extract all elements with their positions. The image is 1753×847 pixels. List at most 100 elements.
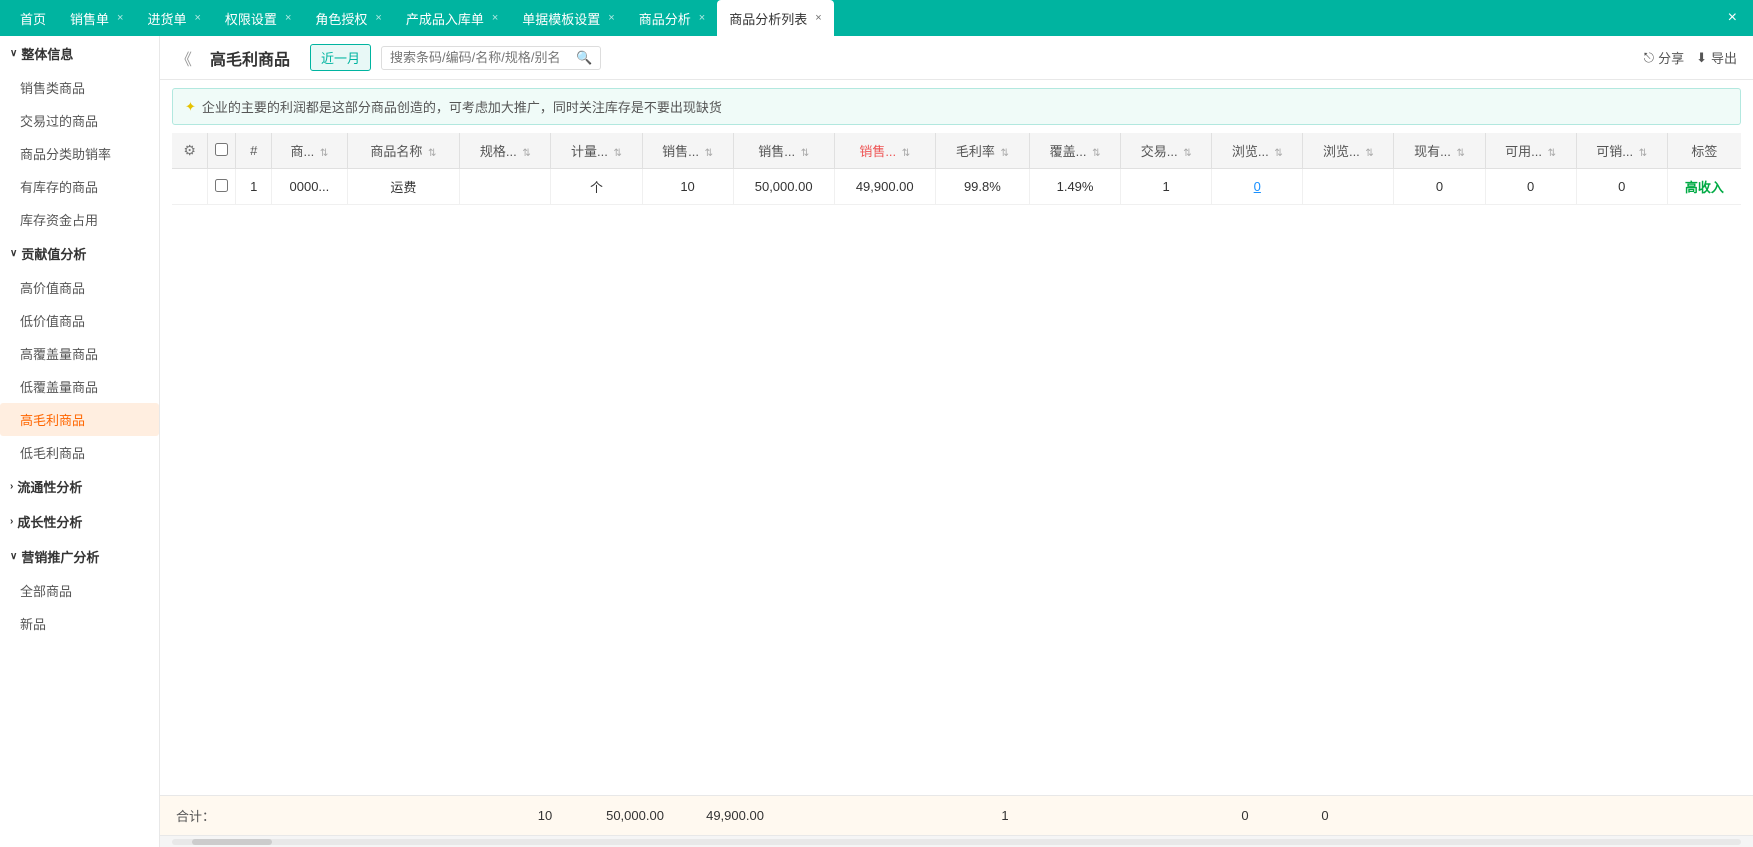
nav-close-all[interactable]: × <box>1720 9 1745 27</box>
sidebar-item-category-rate[interactable]: 商品分类助销率 <box>0 137 159 170</box>
sort-unit-icon: ⇅ <box>614 148 622 159</box>
nav-home[interactable]: 首页 <box>8 0 58 36</box>
table-container: ⚙ # 商... ⇅ 商品名称 <box>160 133 1753 795</box>
th-sales-profit[interactable]: 销售... ⇅ <box>834 133 935 169</box>
sort-sales-qty-icon: ⇅ <box>705 148 713 159</box>
export-icon: ⬇ <box>1696 50 1707 66</box>
row-checkbox[interactable] <box>215 179 228 192</box>
footer-values: 10 50,000.00 49,900.00 1 0 0 <box>235 808 1737 823</box>
info-icon: ✦ <box>185 99 196 115</box>
nav-close-analysis[interactable]: × <box>699 12 705 24</box>
search-box: 🔍 <box>381 46 601 70</box>
gear-icon[interactable]: ⚙ <box>183 142 196 158</box>
sidebar-item-sales-goods[interactable]: 销售类商品 <box>0 71 159 104</box>
th-available[interactable]: 可用... ⇅ <box>1485 133 1576 169</box>
footer-transaction: 1 <box>965 808 1045 823</box>
sidebar-item-low-margin[interactable]: 低毛利商品 <box>0 436 159 469</box>
sidebar-item-new-goods[interactable]: 新品 <box>0 607 159 640</box>
sidebar-section-growth[interactable]: › 成长性分析 <box>0 504 159 539</box>
nav-sales[interactable]: 销售单 × <box>58 0 135 36</box>
nav-close-role[interactable]: × <box>375 12 381 24</box>
footer-label: 合计： <box>176 806 215 825</box>
footer-current-stock: 0 <box>1205 808 1285 823</box>
th-spec[interactable]: 规格... ⇅ <box>460 133 551 169</box>
th-unit[interactable]: 计量... ⇅ <box>551 133 642 169</box>
collapse-sidebar-btn[interactable]: 《 <box>176 46 192 70</box>
td-code: 0000... <box>272 169 347 205</box>
nav-close-sales[interactable]: × <box>117 12 123 24</box>
th-coverage[interactable]: 覆盖... ⇅ <box>1030 133 1121 169</box>
nav-close-permission[interactable]: × <box>285 12 291 24</box>
sidebar-item-high-value[interactable]: 高价值商品 <box>0 271 159 304</box>
sidebar-section-contribution[interactable]: ∨ 贡献值分析 <box>0 236 159 271</box>
td-unit: 个 <box>551 169 642 205</box>
th-name[interactable]: 商品名称 ⇅ <box>347 133 460 169</box>
sort-view1-icon: ⇅ <box>1274 148 1282 159</box>
share-btn[interactable]: ⎋ 分享 <box>1644 48 1684 67</box>
td-tag: 高收入 <box>1667 169 1741 205</box>
content-header: 《 高毛利商品 近一月 🔍 ⎋ 分享 ⬇ 导出 <box>160 36 1753 80</box>
td-gear <box>172 169 208 205</box>
sidebar-item-stock-capital[interactable]: 库存资金占用 <box>0 203 159 236</box>
scrollbar-track[interactable] <box>172 839 1741 845</box>
td-available: 0 <box>1485 169 1576 205</box>
th-view1[interactable]: 浏览... ⇅ <box>1212 133 1303 169</box>
nav-analysis[interactable]: 商品分析 × <box>627 0 717 36</box>
td-view2 <box>1303 169 1394 205</box>
sidebar-item-low-value[interactable]: 低价值商品 <box>0 304 159 337</box>
th-current-stock[interactable]: 现有... ⇅ <box>1394 133 1485 169</box>
td-name: 运费 <box>347 169 460 205</box>
nav-analysis-list[interactable]: 商品分析列表 × <box>717 0 833 36</box>
footer-available: 0 <box>1285 808 1365 823</box>
nav-template[interactable]: 单据模板设置 × <box>510 0 626 36</box>
sidebar-section-marketing[interactable]: ∨ 营销推广分析 <box>0 539 159 574</box>
sort-available-icon: ⇅ <box>1548 148 1556 159</box>
arrow-marketing: ∨ <box>10 551 17 562</box>
th-gross-margin[interactable]: 毛利率 ⇅ <box>935 133 1029 169</box>
arrow-growth: › <box>10 516 13 527</box>
sort-transaction-icon: ⇅ <box>1183 148 1191 159</box>
th-tag[interactable]: 标签 <box>1667 133 1741 169</box>
sidebar-item-stocked-goods[interactable]: 有库存的商品 <box>0 170 159 203</box>
sidebar-item-all-goods[interactable]: 全部商品 <box>0 574 159 607</box>
search-icon[interactable]: 🔍 <box>576 50 592 66</box>
scrollbar-thumb[interactable] <box>192 839 272 845</box>
sidebar-section-liquidity[interactable]: › 流通性分析 <box>0 469 159 504</box>
table-row: 1 0000... 运费 个 <box>172 169 1741 205</box>
nav-close-template[interactable]: × <box>608 12 614 24</box>
td-sales-profit: 49,900.00 <box>834 169 935 205</box>
sidebar-item-high-margin[interactable]: 高毛利商品 <box>0 403 159 436</box>
td-current-stock: 0 <box>1394 169 1485 205</box>
footer-sales-qty: 10 <box>505 808 585 823</box>
td-view1[interactable]: 0 <box>1212 169 1303 205</box>
nav-role[interactable]: 角色授权 × <box>303 0 393 36</box>
period-btn-1month[interactable]: 近一月 <box>310 44 371 71</box>
nav-close-purchase[interactable]: × <box>194 12 200 24</box>
nav-permission[interactable]: 权限设置 × <box>213 0 303 36</box>
th-sales-amount[interactable]: 销售... ⇅ <box>733 133 834 169</box>
nav-close-analysis-list[interactable]: × <box>815 12 821 24</box>
nav-product-in[interactable]: 产成品入库单 × <box>394 0 510 36</box>
th-code[interactable]: 商... ⇅ <box>272 133 347 169</box>
td-sales-amount: 50,000.00 <box>733 169 834 205</box>
td-checkbox[interactable] <box>208 169 236 205</box>
th-gear[interactable]: ⚙ <box>172 133 208 169</box>
th-sellable[interactable]: 可销... ⇅ <box>1576 133 1667 169</box>
search-input[interactable] <box>390 50 570 65</box>
th-transaction[interactable]: 交易... ⇅ <box>1121 133 1212 169</box>
nav-purchase[interactable]: 进货单 × <box>135 0 212 36</box>
sidebar-item-high-coverage[interactable]: 高覆盖量商品 <box>0 337 159 370</box>
sidebar-item-traded-goods[interactable]: 交易过的商品 <box>0 104 159 137</box>
select-all-checkbox[interactable] <box>215 143 228 156</box>
sort-sellable-icon: ⇅ <box>1639 148 1647 159</box>
td-sales-qty: 10 <box>642 169 733 205</box>
sidebar-item-low-coverage[interactable]: 低覆盖量商品 <box>0 370 159 403</box>
sort-code-icon: ⇅ <box>320 148 328 159</box>
th-sales-qty[interactable]: 销售... ⇅ <box>642 133 733 169</box>
export-btn[interactable]: ⬇ 导出 <box>1696 48 1737 67</box>
sidebar-section-overall[interactable]: ∨ 整体信息 <box>0 36 159 71</box>
page-title: 高毛利商品 <box>210 46 290 70</box>
data-table: ⚙ # 商... ⇅ 商品名称 <box>172 133 1741 205</box>
th-view2[interactable]: 浏览... ⇅ <box>1303 133 1394 169</box>
nav-close-product-in[interactable]: × <box>492 12 498 24</box>
